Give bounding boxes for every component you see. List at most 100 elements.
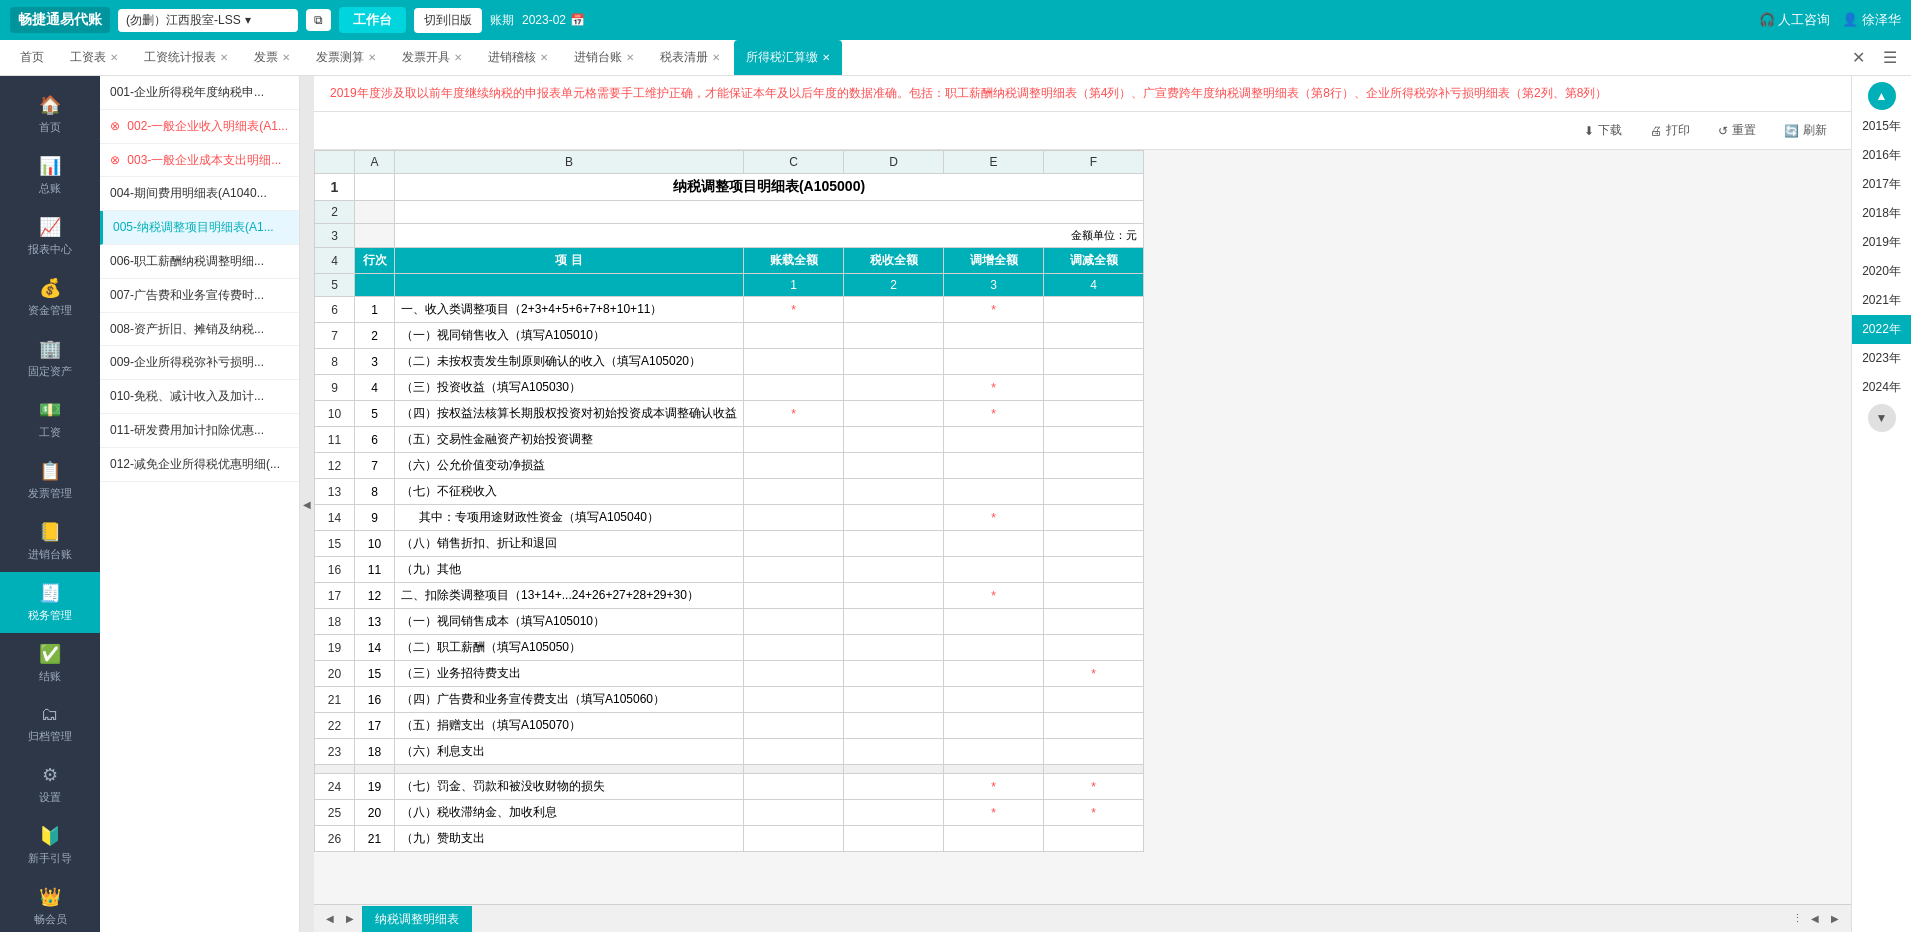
- tab-tax-list[interactable]: 税表清册 ✕: [648, 40, 732, 76]
- year-2017[interactable]: 2017年: [1852, 170, 1911, 199]
- sidebar-item-fund[interactable]: 💰 资金管理: [0, 267, 100, 328]
- nav-menu-button[interactable]: ☰: [1877, 48, 1903, 67]
- sidebar-item-tax[interactable]: 🧾 税务管理: [0, 572, 100, 633]
- sidebar-item-member[interactable]: 👑 畅会员: [0, 876, 100, 932]
- left-item-003[interactable]: ⊗ 003-一般企业成本支出明细...: [100, 144, 299, 178]
- sidebar-item-home[interactable]: 🏠 首页: [0, 84, 100, 145]
- year-scroll-up[interactable]: ▲: [1868, 82, 1896, 110]
- sidebar-item-report[interactable]: 📈 报表中心: [0, 206, 100, 267]
- sidebar-item-asset[interactable]: 🏢 固定资产: [0, 328, 100, 389]
- spreadsheet-table: A B C D E F 1 纳税调整项目明细表(A1: [314, 150, 1144, 852]
- close-tab-salary-report[interactable]: ✕: [220, 52, 228, 63]
- home-icon: 🏠: [39, 94, 61, 116]
- year-2020[interactable]: 2020年: [1852, 257, 1911, 286]
- sidebar-item-ledger[interactable]: 📊 总账: [0, 145, 100, 206]
- close-tab-sales-ledger[interactable]: ✕: [626, 52, 634, 63]
- report-icon: 📈: [39, 216, 61, 238]
- spreadsheet-wrapper: A B C D E F 1 纳税调整项目明细表(A1: [314, 150, 1851, 932]
- calendar-icon[interactable]: 📅: [570, 13, 585, 27]
- horizontal-scroll-left[interactable]: ◀: [1807, 911, 1823, 926]
- close-tab-tax-list[interactable]: ✕: [712, 52, 720, 63]
- year-2024[interactable]: 2024年: [1852, 373, 1911, 402]
- tab-invoice[interactable]: 发票 ✕: [242, 40, 302, 76]
- refresh-button[interactable]: 🔄 刷新: [1776, 118, 1835, 143]
- user-avatar[interactable]: 👤 徐泽华: [1842, 11, 1901, 29]
- left-item-005[interactable]: 005-纳税调整项目明细表(A1...: [100, 211, 299, 245]
- left-item-007[interactable]: 007-广告费和业务宣传费时...: [100, 279, 299, 313]
- sidebar-item-guide[interactable]: 🔰 新手引导: [0, 815, 100, 876]
- table-row: 17 12 二、扣除类调整项目（13+14+...24+26+27+28+29+…: [315, 583, 1144, 609]
- table-row: 7 2 （一）视同销售收入（填写A105010）: [315, 323, 1144, 349]
- col-head-c: 账载全额: [744, 248, 844, 274]
- year-2018[interactable]: 2018年: [1852, 199, 1911, 228]
- year-2021[interactable]: 2021年: [1852, 286, 1911, 315]
- tab-home[interactable]: 首页: [8, 40, 56, 76]
- tab-sales-check[interactable]: 进销稽核 ✕: [476, 40, 560, 76]
- sidebar-item-close[interactable]: ✅ 结账: [0, 633, 100, 694]
- left-item-010[interactable]: 010-免税、减计收入及加计...: [100, 380, 299, 414]
- topbar: 畅捷通易代账 (勿删）江西股室-LSS ▾ ⧉ 工作台 切到旧版 账期 2023…: [0, 0, 1911, 40]
- tab-income-tax[interactable]: 所得税汇算缴 ✕: [734, 40, 842, 76]
- sheet-scroll-right[interactable]: ▶: [342, 911, 358, 926]
- table-row: 14 9 其中：专项用途财政性资金（填写A105040） *: [315, 505, 1144, 531]
- salary-icon: 💵: [39, 399, 61, 421]
- sidebar-item-sales[interactable]: 📒 进销台账: [0, 511, 100, 572]
- tab-salary-report[interactable]: 工资统计报表 ✕: [132, 40, 240, 76]
- sidebar-item-salary[interactable]: 💵 工资: [0, 389, 100, 450]
- tab-salary[interactable]: 工资表 ✕: [58, 40, 130, 76]
- left-item-012[interactable]: 012-减免企业所得税优惠明细(...: [100, 448, 299, 482]
- guide-icon: 🔰: [39, 825, 61, 847]
- person-icon: 👤: [1842, 12, 1858, 27]
- close-all-tabs-button[interactable]: ✕: [1846, 48, 1871, 67]
- col-header-E: E: [944, 151, 1044, 174]
- copy-icon-btn[interactable]: ⧉: [306, 9, 331, 31]
- close-tab-sales-check[interactable]: ✕: [540, 52, 548, 63]
- sheet-tab-adjustment[interactable]: 纳税调整明细表: [362, 906, 472, 932]
- sidebar-item-invoice-mgmt[interactable]: 📋 发票管理: [0, 450, 100, 511]
- print-button[interactable]: 🖨 打印: [1642, 118, 1698, 143]
- table-row: 23 18 （六）利息支出: [315, 739, 1144, 765]
- support-button[interactable]: 🎧 人工咨询: [1759, 11, 1831, 29]
- sidebar-item-archive[interactable]: 🗂 归档管理: [0, 694, 100, 754]
- table-row: 10 5 （四）按权益法核算长期股权投资对初始投资成本调整确认收益 * *: [315, 401, 1144, 427]
- close-tab-invoice-calc[interactable]: ✕: [368, 52, 376, 63]
- company-selector[interactable]: (勿删）江西股室-LSS ▾: [118, 9, 298, 32]
- close-tab-invoice-issue[interactable]: ✕: [454, 52, 462, 63]
- left-panel: 001-企业所得税年度纳税申... ⊗ 002-一般企业收入明细表(A1... …: [100, 76, 300, 932]
- left-item-001[interactable]: 001-企业所得税年度纳税申...: [100, 76, 299, 110]
- close-tab-salary[interactable]: ✕: [110, 52, 118, 63]
- tab-sales-ledger[interactable]: 进销台账 ✕: [562, 40, 646, 76]
- close-tab-income-tax[interactable]: ✕: [822, 52, 830, 63]
- table-row: 21 16 （四）广告费和业务宣传费支出（填写A105060）: [315, 687, 1144, 713]
- left-item-011[interactable]: 011-研发费用加计扣除优惠...: [100, 414, 299, 448]
- close-tab-invoice[interactable]: ✕: [282, 52, 290, 63]
- download-button[interactable]: ⬇ 下载: [1576, 118, 1630, 143]
- left-item-009[interactable]: 009-企业所得税弥补亏损明...: [100, 346, 299, 380]
- year-scroll-down[interactable]: ▼: [1868, 404, 1896, 432]
- year-2023[interactable]: 2023年: [1852, 344, 1911, 373]
- left-item-002[interactable]: ⊗ 002-一般企业收入明细表(A1...: [100, 110, 299, 144]
- sheet-scroll-left[interactable]: ◀: [322, 911, 338, 926]
- sidebar-item-settings[interactable]: ⚙ 设置: [0, 754, 100, 815]
- year-2019[interactable]: 2019年: [1852, 228, 1911, 257]
- year-2022[interactable]: 2022年: [1852, 315, 1911, 344]
- col-header-D: D: [844, 151, 944, 174]
- workbench-button[interactable]: 工作台: [339, 7, 406, 33]
- spreadsheet-scroll[interactable]: A B C D E F 1 纳税调整项目明细表(A1: [314, 150, 1851, 904]
- switch-old-button[interactable]: 切到旧版: [414, 8, 482, 33]
- table-row: [315, 765, 1144, 774]
- table-row: 16 11 （九）其他: [315, 557, 1144, 583]
- tab-invoice-calc[interactable]: 发票测算 ✕: [304, 40, 388, 76]
- year-2015[interactable]: 2015年: [1852, 112, 1911, 141]
- horizontal-scroll-right[interactable]: ▶: [1827, 911, 1843, 926]
- reset-button[interactable]: ↺ 重置: [1710, 118, 1764, 143]
- year-2016[interactable]: 2016年: [1852, 141, 1911, 170]
- left-item-006[interactable]: 006-职工薪酬纳税调整明细...: [100, 245, 299, 279]
- account-period: 账期 2023-02 📅: [490, 12, 585, 29]
- download-icon: ⬇: [1584, 124, 1594, 138]
- tab-invoice-issue[interactable]: 发票开具 ✕: [390, 40, 474, 76]
- left-item-008[interactable]: 008-资产折旧、摊销及纳税...: [100, 313, 299, 347]
- left-panel-toggle[interactable]: ◀: [300, 76, 314, 932]
- left-item-004[interactable]: 004-期间费用明细表(A1040...: [100, 177, 299, 211]
- currency-unit: 金额单位：元: [395, 224, 1144, 248]
